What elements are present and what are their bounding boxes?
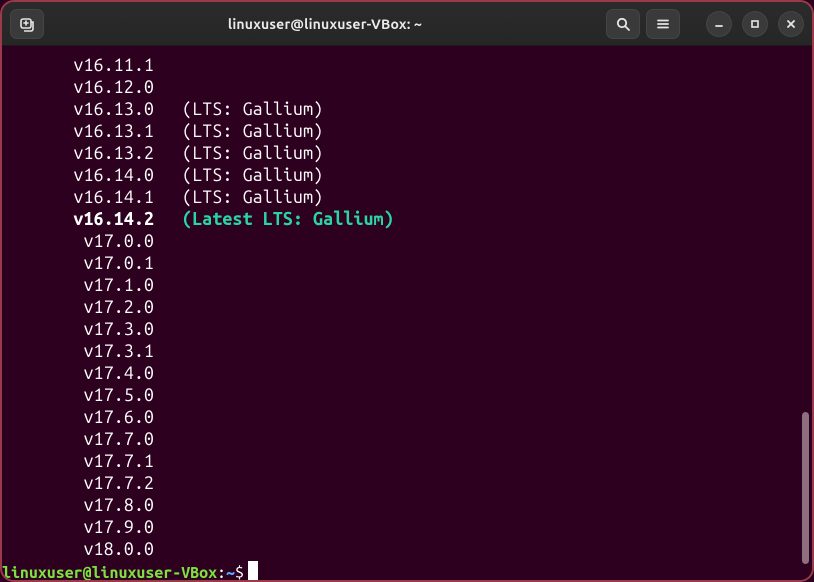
terminal-area[interactable]: v16.11.1v16.12.0v16.13.0(LTS: Gallium)v1… bbox=[2, 46, 812, 580]
version-text: v16.13.2 bbox=[2, 142, 154, 164]
version-text: v17.7.0 bbox=[2, 428, 154, 450]
version-text: v17.5.0 bbox=[2, 384, 154, 406]
lts-note: (LTS: Gallium) bbox=[154, 164, 323, 186]
version-text: v17.9.0 bbox=[2, 516, 154, 538]
titlebar-left bbox=[10, 9, 44, 39]
version-row: v17.8.0 bbox=[2, 494, 812, 516]
terminal-output: v16.11.1v16.12.0v16.13.0(LTS: Gallium)v1… bbox=[2, 46, 812, 580]
maximize-icon bbox=[749, 18, 761, 30]
new-tab-button[interactable] bbox=[10, 9, 44, 39]
version-row: v17.2.0 bbox=[2, 296, 812, 318]
version-row: v17.7.0 bbox=[2, 428, 812, 450]
version-text: v17.0.1 bbox=[2, 252, 154, 274]
version-text: v17.8.0 bbox=[2, 494, 154, 516]
version-text: v17.3.0 bbox=[2, 318, 154, 340]
version-row: v16.14.2(Latest LTS: Gallium) bbox=[2, 208, 812, 230]
version-text: v18.0.0 bbox=[2, 538, 154, 560]
close-button[interactable] bbox=[778, 11, 804, 37]
terminal-window: linuxuser@linuxuser-VBox: ~ bbox=[0, 0, 814, 582]
version-row: v17.7.2 bbox=[2, 472, 812, 494]
version-text: v16.11.1 bbox=[2, 54, 154, 76]
version-text: v16.13.1 bbox=[2, 120, 154, 142]
minimize-icon bbox=[713, 18, 725, 30]
lts-note: (LTS: Gallium) bbox=[154, 98, 323, 120]
maximize-button[interactable] bbox=[742, 11, 768, 37]
version-text: v17.7.1 bbox=[2, 450, 154, 472]
version-row: v16.13.0(LTS: Gallium) bbox=[2, 98, 812, 120]
search-icon bbox=[615, 16, 631, 32]
version-row: v17.9.0 bbox=[2, 516, 812, 538]
version-text: v16.12.0 bbox=[2, 76, 154, 98]
version-row: v17.4.0 bbox=[2, 362, 812, 384]
prompt-path: ~ bbox=[226, 564, 235, 582]
version-text: v16.14.0 bbox=[2, 164, 154, 186]
version-row: v17.0.0 bbox=[2, 230, 812, 252]
prompt-symbol: $ bbox=[235, 564, 244, 582]
scrollbar[interactable] bbox=[802, 46, 809, 580]
version-row: v17.3.1 bbox=[2, 340, 812, 362]
search-button[interactable] bbox=[606, 9, 640, 39]
window-title: linuxuser@linuxuser-VBox: ~ bbox=[44, 16, 606, 32]
version-text: v17.3.1 bbox=[2, 340, 154, 362]
lts-note: (LTS: Gallium) bbox=[154, 186, 323, 208]
latest-lts-note: (Latest LTS: Gallium) bbox=[154, 208, 394, 230]
version-text: v17.1.0 bbox=[2, 274, 154, 296]
version-row: v16.14.0(LTS: Gallium) bbox=[2, 164, 812, 186]
version-row: v16.14.1(LTS: Gallium) bbox=[2, 186, 812, 208]
version-row: v16.11.1 bbox=[2, 54, 812, 76]
version-row: v16.12.0 bbox=[2, 76, 812, 98]
version-row: v16.13.1(LTS: Gallium) bbox=[2, 120, 812, 142]
version-row: v16.13.2(LTS: Gallium) bbox=[2, 142, 812, 164]
titlebar-right bbox=[606, 9, 804, 39]
titlebar: linuxuser@linuxuser-VBox: ~ bbox=[2, 2, 812, 46]
prompt-separator: : bbox=[217, 564, 226, 582]
lts-note: (LTS: Gallium) bbox=[154, 142, 323, 164]
version-row: v17.0.1 bbox=[2, 252, 812, 274]
scrollbar-thumb[interactable] bbox=[802, 412, 809, 564]
close-icon bbox=[785, 18, 797, 30]
hamburger-icon bbox=[655, 16, 671, 32]
version-text: v17.4.0 bbox=[2, 362, 154, 384]
version-text: v16.13.0 bbox=[2, 98, 154, 120]
version-text: v16.14.2 bbox=[2, 208, 154, 230]
version-text: v17.2.0 bbox=[2, 296, 154, 318]
version-row: v17.5.0 bbox=[2, 384, 812, 406]
version-text: v17.7.2 bbox=[2, 472, 154, 494]
menu-button[interactable] bbox=[646, 9, 680, 39]
version-text: v16.14.1 bbox=[2, 186, 154, 208]
lts-note: (LTS: Gallium) bbox=[154, 120, 323, 142]
prompt-line: linuxuser@linuxuser-VBox : ~ $ bbox=[2, 558, 258, 580]
version-row: v18.0.0 bbox=[2, 538, 812, 560]
version-row: v17.1.0 bbox=[2, 274, 812, 296]
terminal-cursor bbox=[248, 561, 258, 581]
version-text: v17.0.0 bbox=[2, 230, 154, 252]
version-row: v17.6.0 bbox=[2, 406, 812, 428]
version-row: v17.3.0 bbox=[2, 318, 812, 340]
version-text: v17.6.0 bbox=[2, 406, 154, 428]
version-row: v17.7.1 bbox=[2, 450, 812, 472]
new-tab-icon bbox=[19, 16, 35, 32]
prompt-user-host: linuxuser@linuxuser-VBox bbox=[2, 564, 217, 582]
minimize-button[interactable] bbox=[706, 11, 732, 37]
